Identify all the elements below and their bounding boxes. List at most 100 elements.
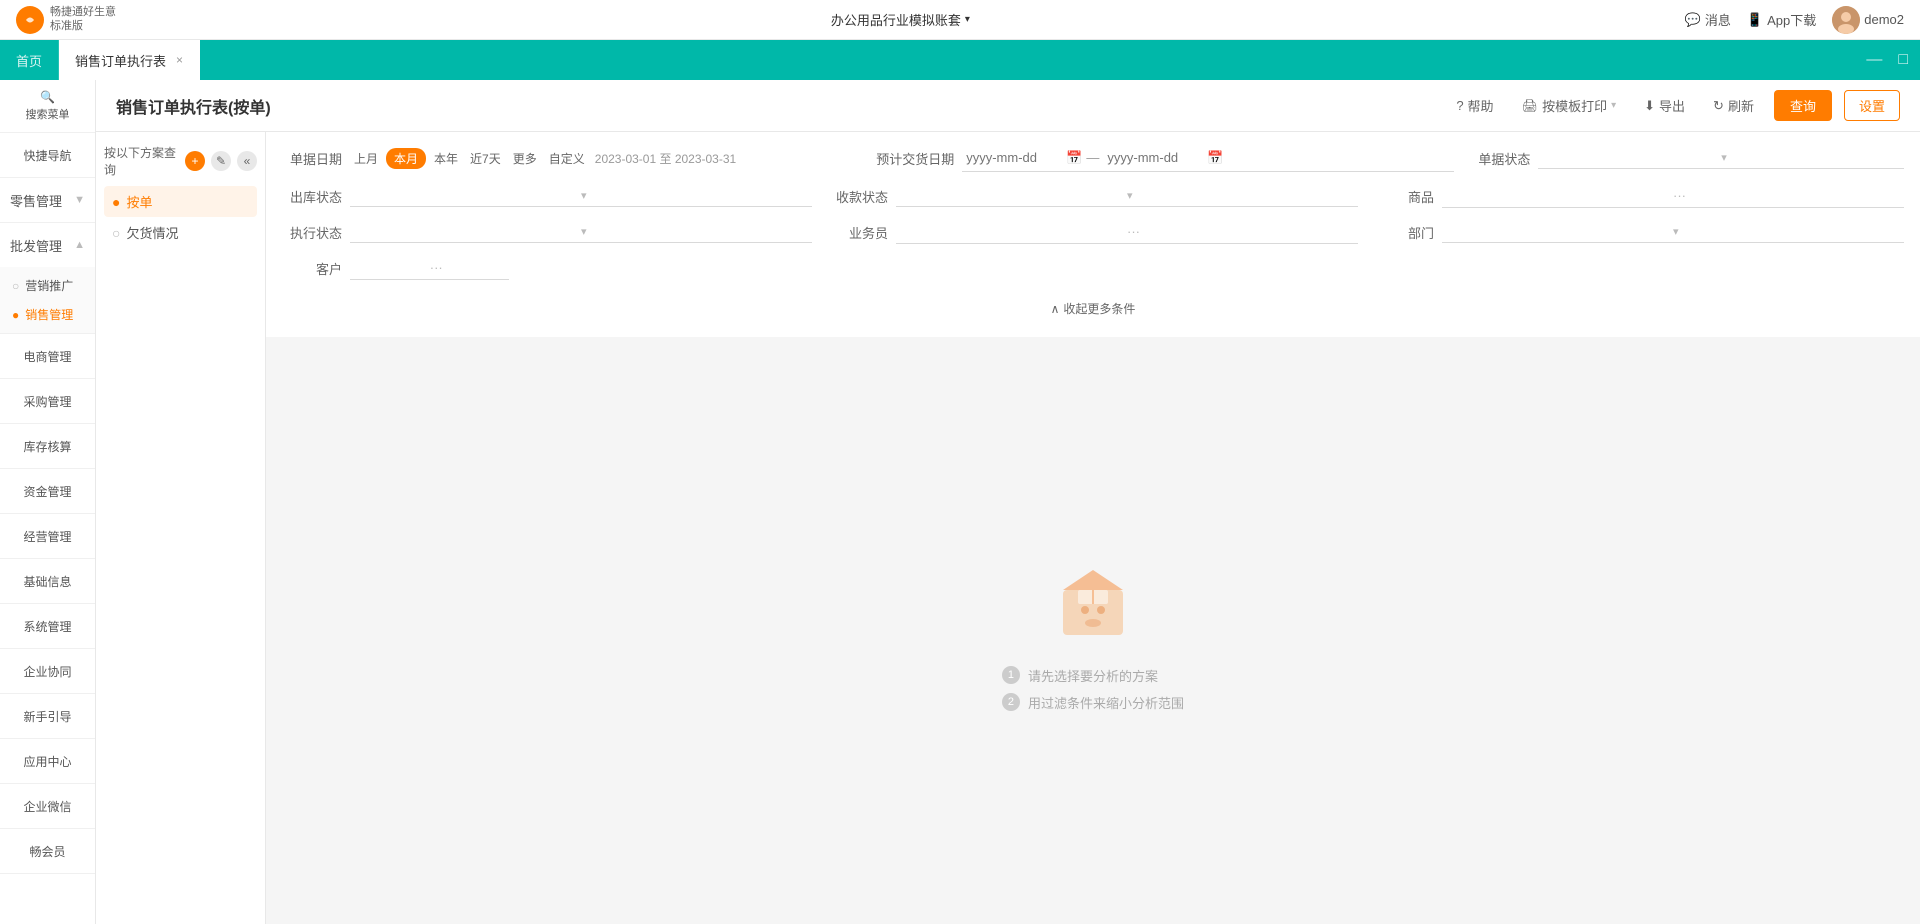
filter-receive-status-select[interactable]: ▾ xyxy=(896,185,1358,207)
user-name: demo2 xyxy=(1864,12,1904,27)
print-dropdown-icon: ▾ xyxy=(1611,100,1616,111)
filter-dept: 部门 ▾ xyxy=(1374,221,1904,243)
panel-label: 按以下方案查询 xyxy=(104,144,179,178)
filter-customer-select[interactable]: ··· xyxy=(350,256,509,280)
tab-sales-order[interactable]: 销售订单执行表 × xyxy=(59,40,200,80)
page-header-actions: ? 帮助 🖨 按模板打印 ▾ ⬇ 导出 ↻ 刷新 查询 设置 xyxy=(1448,90,1900,121)
date-tab-this-month[interactable]: 本月 xyxy=(386,148,426,169)
scheme-item-欠货情况[interactable]: ○ 欠货情况 xyxy=(104,217,257,248)
sidebar-item-system[interactable]: 系统管理 xyxy=(0,604,95,648)
receive-status-dropdown-icon[interactable]: ▾ xyxy=(1127,189,1358,202)
filter-exec-status: 执行状态 ▾ xyxy=(282,221,812,243)
out-status-dropdown-icon[interactable]: ▾ xyxy=(581,189,812,202)
filter-exec-status-select[interactable]: ▾ xyxy=(350,221,812,243)
filter-status-label: 单据状态 xyxy=(1470,149,1530,168)
filter-out-status-select[interactable]: ▾ xyxy=(350,185,812,207)
sidebar-retail-section: 零售管理 ▼ xyxy=(0,178,95,223)
scheme-icon-按单: ● xyxy=(112,194,120,210)
date-tab-7days[interactable]: 近7天 xyxy=(466,148,505,169)
filter-expected-date-label: 预计交货日期 xyxy=(876,149,954,168)
sidebar-basic-section: 基础信息 xyxy=(0,559,95,604)
sidebar-item-newbie[interactable]: 新手引导 xyxy=(0,694,95,738)
filter-goods-select[interactable]: ··· xyxy=(1442,184,1904,208)
sidebar-app-center-section: 应用中心 xyxy=(0,739,95,784)
empty-icon xyxy=(1043,550,1143,650)
filter-status-select[interactable]: ▾ xyxy=(1538,147,1904,169)
nav-dropdown-icon[interactable]: ▾ xyxy=(965,14,970,25)
filter-expected-date: 预计交货日期 📅 — 📅 xyxy=(876,144,1454,172)
settings-btn[interactable]: 设置 xyxy=(1844,90,1900,121)
print-icon: 🖨 xyxy=(1522,98,1539,114)
sidebar-newbie-section: 新手引导 xyxy=(0,694,95,739)
marketing-icon: ○ xyxy=(12,279,19,293)
query-btn[interactable]: 查询 xyxy=(1774,90,1832,121)
sidebar-item-wholesale[interactable]: 批发管理 ▲ xyxy=(0,223,95,267)
tab-close-icon[interactable]: × xyxy=(176,53,183,67)
sidebar-item-basic[interactable]: 基础信息 xyxy=(0,559,95,603)
scheme-item-按单[interactable]: ● 按单 xyxy=(104,186,257,217)
filter-dept-select[interactable]: ▾ xyxy=(1442,221,1904,243)
calendar-start-icon[interactable]: 📅 xyxy=(1066,150,1082,166)
date-tab-more[interactable]: 更多 xyxy=(509,148,541,169)
sidebar-system-section: 系统管理 xyxy=(0,604,95,649)
sidebar-item-ecommerce[interactable]: 电商管理 xyxy=(0,334,95,378)
tab-maximize-icon[interactable]: □ xyxy=(1894,51,1912,69)
sidebar-wholesale-label: 批发管理 xyxy=(10,236,74,255)
collapse-more-btn[interactable]: ∧ 收起更多条件 xyxy=(1023,300,1163,317)
collapse-icon: ∧ xyxy=(1051,302,1060,316)
date-end-input[interactable] xyxy=(1103,146,1203,169)
template-print-btn[interactable]: 🖨 按模板打印 ▾ xyxy=(1514,92,1625,119)
calendar-end-icon[interactable]: 📅 xyxy=(1207,150,1223,166)
sidebar-item-operation[interactable]: 经营管理 xyxy=(0,514,95,558)
goods-more-icon[interactable]: ··· xyxy=(1673,188,1904,203)
sidebar-item-vip[interactable]: 畅会员 xyxy=(0,829,95,873)
filter-row-4: 客户 ··· xyxy=(282,256,1904,280)
main-layout: 🔍 搜索菜单 快捷导航 零售管理 ▼ 批发管理 ▲ ○ 营销推广 xyxy=(0,80,1920,924)
status-dropdown-icon[interactable]: ▾ xyxy=(1721,151,1904,164)
sidebar-item-retail[interactable]: 零售管理 ▼ xyxy=(0,178,95,222)
tab-home[interactable]: 首页 xyxy=(0,40,59,80)
tab-minimize-icon[interactable]: — xyxy=(1862,51,1886,69)
panel-collapse-btn[interactable]: « xyxy=(237,151,257,171)
scheme-list: ● 按单 ○ 欠货情况 xyxy=(96,186,265,248)
refresh-btn[interactable]: ↻ 刷新 xyxy=(1705,92,1762,119)
app-download-icon: 📱 xyxy=(1747,12,1763,28)
salesperson-more-icon[interactable]: ··· xyxy=(1127,224,1358,239)
user-area[interactable]: demo2 xyxy=(1832,6,1904,34)
date-tab-this-year[interactable]: 本年 xyxy=(430,148,462,169)
sidebar-item-inventory[interactable]: 库存核算 xyxy=(0,424,95,468)
sidebar-search[interactable]: 🔍 搜索菜单 xyxy=(0,80,95,132)
sidebar-item-enterprise[interactable]: 企业协同 xyxy=(0,649,95,693)
sidebar-item-marketing[interactable]: ○ 营销推广 xyxy=(0,271,95,300)
sidebar-search-section: 🔍 搜索菜单 xyxy=(0,80,95,133)
sidebar-finance-section: 资金管理 xyxy=(0,469,95,514)
help-btn[interactable]: ? 帮助 xyxy=(1448,92,1501,119)
export-btn[interactable]: ⬇ 导出 xyxy=(1636,92,1693,119)
sidebar-item-finance[interactable]: 资金管理 xyxy=(0,469,95,513)
sidebar-quick-nav[interactable]: 快捷导航 xyxy=(0,133,95,177)
empty-hint-1: 1 请先选择要分析的方案 xyxy=(1002,666,1184,685)
scheme-add-btn[interactable]: + xyxy=(185,151,205,171)
sidebar-item-purchase[interactable]: 采购管理 xyxy=(0,379,95,423)
filter-salesperson-select[interactable]: ··· xyxy=(896,220,1358,244)
date-tab-last-month[interactable]: 上月 xyxy=(350,148,382,169)
sidebar-item-app-center[interactable]: 应用中心 xyxy=(0,739,95,783)
filter-salesperson-label: 业务员 xyxy=(828,223,888,242)
filter-salesperson: 业务员 ··· xyxy=(828,220,1358,244)
app-download-btn[interactable]: 📱 App下载 xyxy=(1747,10,1816,29)
exec-status-dropdown-icon[interactable]: ▾ xyxy=(581,225,812,238)
sidebar-item-sales[interactable]: ● 销售管理 xyxy=(0,300,95,329)
dept-dropdown-icon[interactable]: ▾ xyxy=(1673,225,1904,238)
customer-more-icon[interactable]: ··· xyxy=(430,260,510,275)
sidebar-vip-section: 畅会员 xyxy=(0,829,95,874)
filter-area: 单据日期 上月 本月 本年 近7天 更多 自定义 20 xyxy=(266,132,1920,337)
filter-date: 单据日期 上月 本月 本年 近7天 更多 自定义 20 xyxy=(282,148,860,169)
message-btn[interactable]: 💬 消息 xyxy=(1685,10,1731,29)
scheme-edit-btn[interactable]: ✎ xyxy=(211,151,231,171)
nav-center[interactable]: 办公用品行业模拟账套 ▾ xyxy=(831,10,970,29)
split-layout: 按以下方案查询 + ✎ « ● 按单 ○ 欠货情况 xyxy=(96,132,1920,924)
retail-arrow-icon: ▼ xyxy=(74,194,85,206)
sidebar-item-corp-wechat[interactable]: 企业微信 xyxy=(0,784,95,828)
date-start-input[interactable] xyxy=(962,146,1062,169)
date-tab-custom[interactable]: 自定义 xyxy=(545,148,589,169)
